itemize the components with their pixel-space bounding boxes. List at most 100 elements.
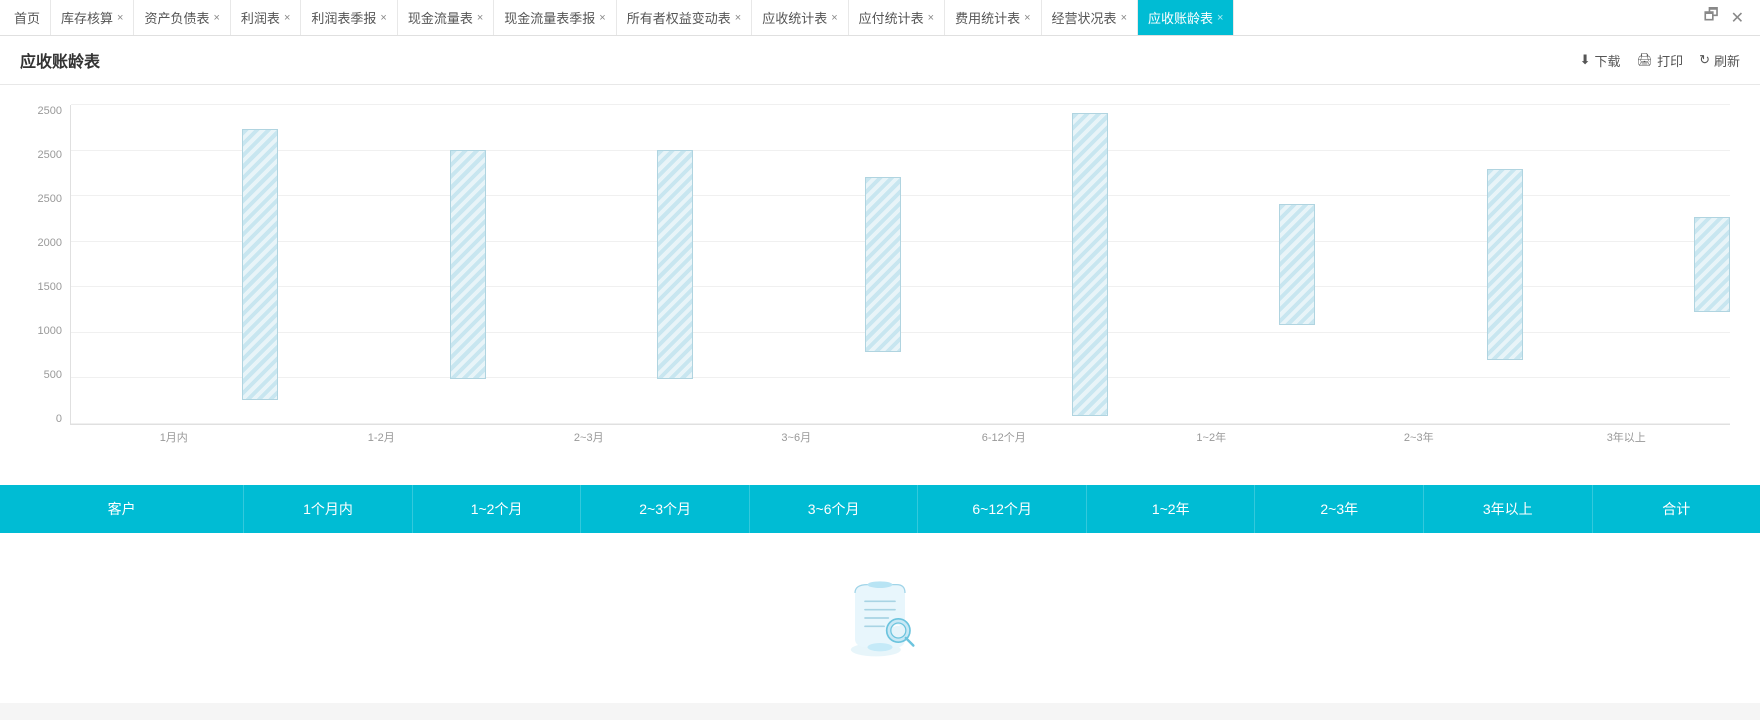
tab-close-balance[interactable]: × bbox=[213, 12, 219, 24]
tab-label-profit: 利润表 bbox=[241, 8, 280, 27]
x-labels: 1月内1-2月2~3月3~6月6-12个月1~2年2~3年3年以上 bbox=[70, 429, 1730, 445]
page-title: 应收账龄表 bbox=[20, 48, 100, 72]
y-axis-label: 1000 bbox=[38, 325, 62, 337]
empty-state bbox=[0, 533, 1760, 703]
tab-item-ar-aging[interactable]: 应收账龄表 × bbox=[1138, 0, 1234, 36]
page-header: 应收账龄表 ⬇ 下载 🖨 打印 ↻ 刷新 bbox=[0, 36, 1760, 85]
bar-group bbox=[71, 105, 278, 424]
chart-bar bbox=[450, 150, 486, 380]
chart-area: 2500 2500 2500 2000 1500 1000 500 0 1月内1-2月2~3月… bbox=[0, 85, 1760, 485]
tab-close-ap-stats[interactable]: × bbox=[928, 12, 934, 24]
tab-label-cashflow: 现金流量表 bbox=[408, 8, 473, 27]
tab-bar-actions: 🗗 ✕ bbox=[1692, 0, 1756, 35]
bar-group bbox=[486, 105, 693, 424]
chart-bar bbox=[657, 150, 693, 380]
tab-close-profit-quarterly[interactable]: × bbox=[380, 12, 386, 24]
tab-item-balance[interactable]: 资产负债表 × bbox=[134, 0, 230, 36]
x-axis-label: 2~3年 bbox=[1315, 429, 1523, 445]
table-header-cell: 1~2年 bbox=[1087, 485, 1256, 533]
chart-bar bbox=[865, 177, 901, 352]
x-axis-label: 6-12个月 bbox=[900, 429, 1108, 445]
bar-group bbox=[693, 105, 900, 424]
tab-item-equity[interactable]: 所有者权益变动表 × bbox=[617, 0, 752, 36]
table-header-cell: 3~6个月 bbox=[750, 485, 919, 533]
x-axis-label: 1-2月 bbox=[278, 429, 486, 445]
y-axis-label: 2500 bbox=[38, 105, 62, 117]
tab-item-operations[interactable]: 经营状况表 × bbox=[1042, 0, 1138, 36]
table-header-cell: 1个月内 bbox=[244, 485, 413, 533]
chart-bar bbox=[242, 129, 278, 400]
tab-item-inventory[interactable]: 库存核算 × bbox=[51, 0, 134, 36]
table-header-cell: 合计 bbox=[1593, 485, 1760, 533]
bar-group bbox=[1108, 105, 1315, 424]
tab-close-equity[interactable]: × bbox=[735, 12, 741, 24]
tab-item-profit-quarterly[interactable]: 利润表季报 × bbox=[301, 0, 397, 36]
bars-area bbox=[70, 105, 1730, 425]
tab-label-equity: 所有者权益变动表 bbox=[627, 8, 731, 27]
refresh-icon: ↻ bbox=[1699, 52, 1710, 68]
tab-item-cashflow-quarterly[interactable]: 现金流量表季报 × bbox=[494, 0, 616, 36]
table-header-cell: 客户 bbox=[0, 485, 244, 533]
tab-label-ar-aging: 应收账龄表 bbox=[1148, 8, 1213, 27]
print-button[interactable]: 🖨 打印 bbox=[1637, 51, 1684, 70]
header-actions: ⬇ 下载 🖨 打印 ↻ 刷新 bbox=[1580, 51, 1740, 70]
tab-label-balance: 资产负债表 bbox=[144, 8, 209, 27]
main-content: 2500 2500 2500 2000 1500 1000 500 0 1月内1-2月2~3月… bbox=[0, 85, 1760, 703]
tab-label-profit-quarterly: 利润表季报 bbox=[311, 8, 376, 27]
tab-close-cashflow[interactable]: × bbox=[477, 12, 483, 24]
chart-container: 2500250025002000150010005000 1月内1-2月2~3月… bbox=[70, 105, 1730, 445]
tab-item-ap-stats[interactable]: 应付统计表× bbox=[849, 0, 945, 36]
tab-label-expense-stats: 费用统计表 bbox=[955, 8, 1020, 27]
table-header: 客户1个月内1~2个月2~3个月3~6个月6~12个月1~2年2~3年3年以上合… bbox=[0, 485, 1760, 533]
download-icon: ⬇ bbox=[1580, 52, 1591, 68]
table-header-cell: 2~3个月 bbox=[581, 485, 750, 533]
tab-close-profit[interactable]: × bbox=[284, 12, 290, 24]
x-axis-label: 1~2年 bbox=[1108, 429, 1316, 445]
y-axis: 2500 2500 2500 2000 1500 1000 500 0 bbox=[30, 105, 70, 425]
restore-button[interactable]: 🗗 bbox=[1700, 0, 1723, 35]
tab-label-home: 首页 bbox=[14, 8, 40, 27]
x-axis-label: 2~3月 bbox=[485, 429, 693, 445]
x-axis-label: 1月内 bbox=[70, 429, 278, 445]
print-icon: 🖨 bbox=[1637, 52, 1654, 68]
tab-close-ar-stats[interactable]: × bbox=[831, 12, 837, 24]
download-button[interactable]: ⬇ 下载 bbox=[1580, 51, 1621, 70]
tab-item-profit[interactable]: 利润表 × bbox=[231, 0, 301, 36]
close-window-button[interactable]: ✕ bbox=[1727, 4, 1748, 32]
table-header-cell: 1~2个月 bbox=[413, 485, 582, 533]
bar-group bbox=[901, 105, 1108, 424]
tab-close-expense-stats[interactable]: × bbox=[1024, 12, 1030, 24]
bar-group bbox=[278, 105, 485, 424]
chart-bar bbox=[1694, 217, 1730, 313]
chart-bar bbox=[1279, 204, 1315, 325]
tab-close-inventory[interactable]: × bbox=[117, 12, 123, 24]
tab-label-operations: 经营状况表 bbox=[1052, 8, 1117, 27]
tab-close-ar-aging[interactable]: × bbox=[1217, 12, 1223, 24]
bar-group bbox=[1523, 105, 1730, 424]
tab-item-cashflow[interactable]: 现金流量表 × bbox=[398, 0, 494, 36]
y-axis-label: 1500 bbox=[38, 281, 62, 293]
tab-close-operations[interactable]: × bbox=[1121, 12, 1127, 24]
chart-bar bbox=[1072, 113, 1108, 416]
y-axis-label: 2500 bbox=[38, 193, 62, 205]
table-header-cell: 3年以上 bbox=[1424, 485, 1593, 533]
table-header-cell: 2~3年 bbox=[1255, 485, 1424, 533]
tab-label-cashflow-quarterly: 现金流量表季报 bbox=[504, 8, 595, 27]
tab-item-home[interactable]: 首页 bbox=[4, 0, 51, 36]
chart-inner: 1月内1-2月2~3月3~6月6-12个月1~2年2~3年3年以上 bbox=[70, 105, 1730, 445]
y-axis-label: 500 bbox=[44, 369, 62, 381]
x-axis-label: 3年以上 bbox=[1523, 429, 1731, 445]
tab-close-cashflow-quarterly[interactable]: × bbox=[599, 12, 605, 24]
tab-bar: 首页库存核算×资产负债表×利润表×利润表季报×现金流量表×现金流量表季报×所有者… bbox=[0, 0, 1760, 36]
y-axis-label: 0 bbox=[56, 413, 62, 425]
tab-item-ar-stats[interactable]: 应收统计表 × bbox=[752, 0, 848, 36]
empty-illustration-icon bbox=[830, 573, 930, 663]
y-axis-label: 2500 bbox=[38, 149, 62, 161]
refresh-button[interactable]: ↻ 刷新 bbox=[1699, 51, 1740, 70]
y-axis-label: 2000 bbox=[38, 237, 62, 249]
tab-item-expense-stats[interactable]: 费用统计表 × bbox=[945, 0, 1041, 36]
bar-group bbox=[1315, 105, 1522, 424]
tab-label-ar-stats: 应收统计表 bbox=[762, 8, 827, 27]
table-header-cell: 6~12个月 bbox=[918, 485, 1087, 533]
tab-label-inventory: 库存核算 bbox=[61, 8, 113, 27]
